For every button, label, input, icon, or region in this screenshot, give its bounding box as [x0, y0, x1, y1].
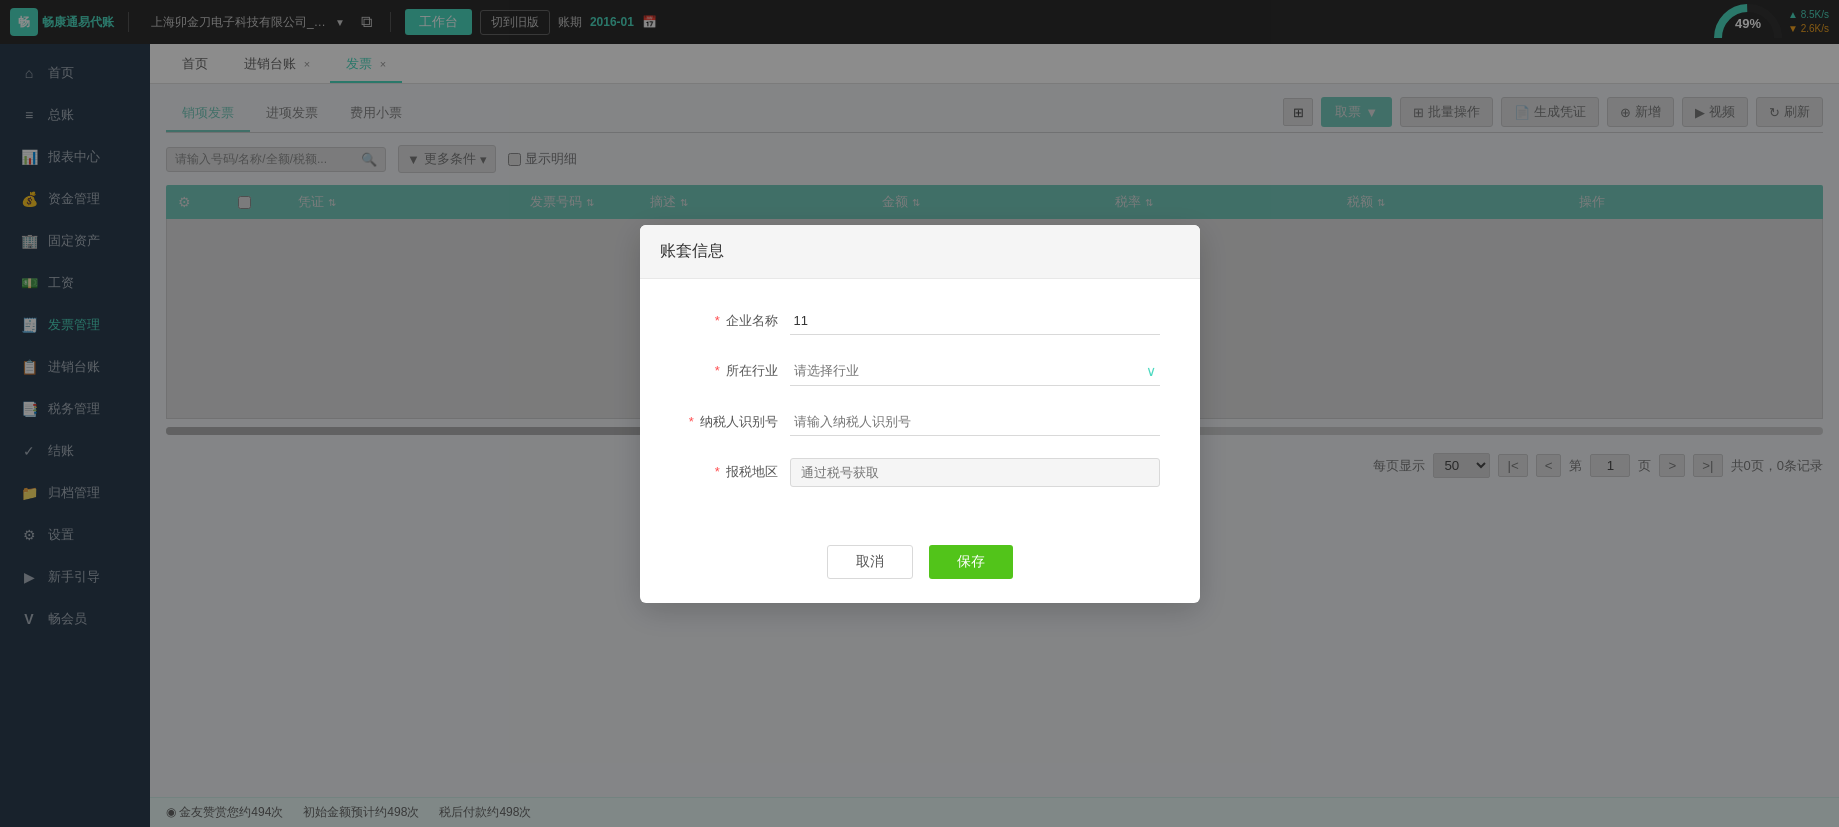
industry-label: * 所在行业 — [680, 362, 790, 380]
save-button[interactable]: 保存 — [929, 545, 1013, 579]
modal-title: 账套信息 — [660, 242, 724, 259]
tax-id-row: * 纳税人识别号 — [680, 408, 1160, 436]
industry-input[interactable] — [794, 363, 1146, 378]
tax-region-input — [790, 458, 1160, 487]
tax-id-label: * 纳税人识别号 — [680, 413, 790, 431]
required-star3: * — [689, 414, 694, 429]
account-info-modal: 账套信息 * 企业名称 * 所在行业 ∨ — [640, 225, 1200, 603]
industry-row: * 所在行业 ∨ — [680, 357, 1160, 386]
industry-select-wrap[interactable]: ∨ — [790, 357, 1160, 386]
tax-id-input[interactable] — [790, 408, 1160, 436]
modal-header: 账套信息 — [640, 225, 1200, 279]
required-star2: * — [715, 363, 720, 378]
required-star1: * — [715, 313, 720, 328]
required-star4: * — [715, 464, 720, 479]
modal-footer: 取消 保存 — [640, 529, 1200, 603]
industry-chevron-icon[interactable]: ∨ — [1146, 363, 1156, 379]
tax-region-label: * 报税地区 — [680, 463, 790, 481]
modal-overlay: 账套信息 * 企业名称 * 所在行业 ∨ — [0, 0, 1839, 827]
company-name-row: * 企业名称 — [680, 307, 1160, 335]
tax-region-row: * 报税地区 — [680, 458, 1160, 487]
company-name-input[interactable] — [790, 307, 1160, 335]
cancel-button[interactable]: 取消 — [827, 545, 913, 579]
modal-body: * 企业名称 * 所在行业 ∨ * 纳税人识 — [640, 279, 1200, 529]
company-name-label: * 企业名称 — [680, 312, 790, 330]
